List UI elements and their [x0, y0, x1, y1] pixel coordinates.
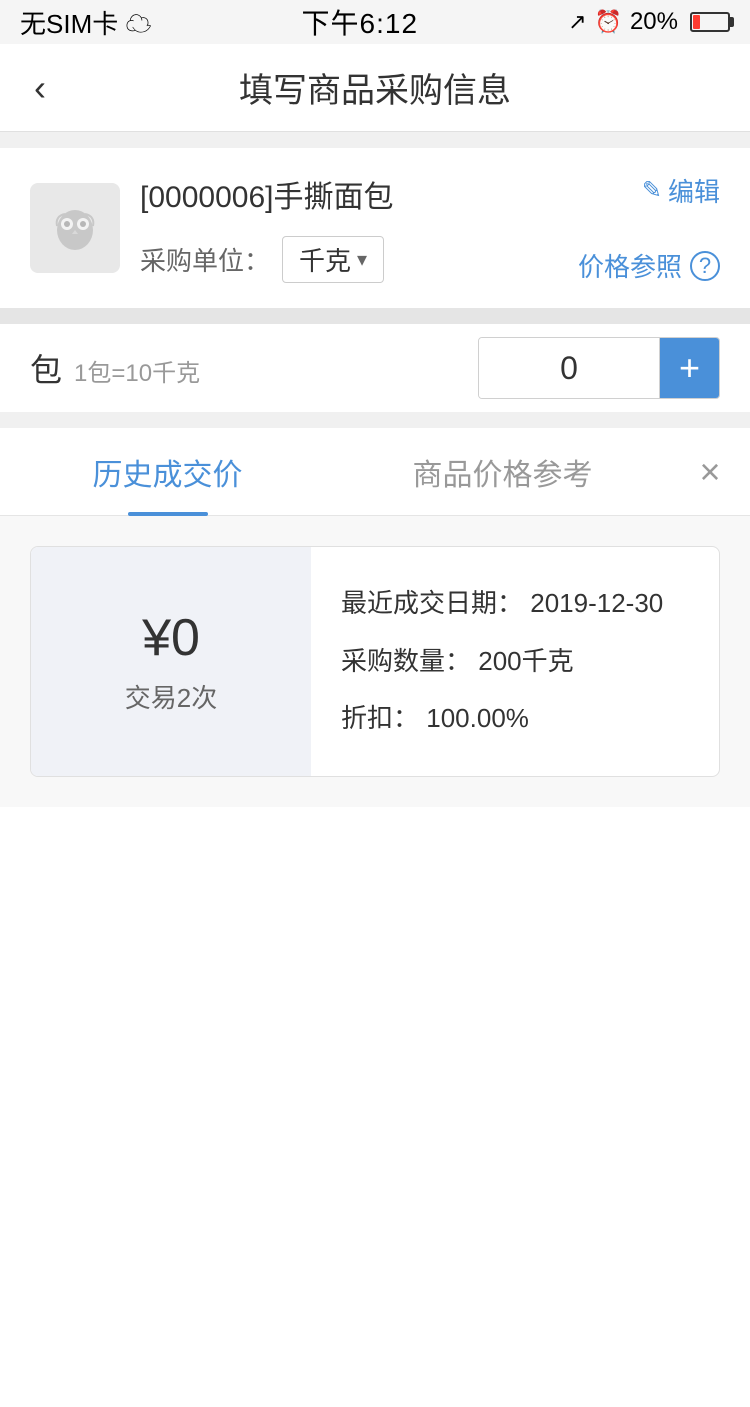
recent-date-row: 最近成交日期： 2019-12-30 [341, 583, 689, 625]
page-title: 填写商品采购信息 [239, 63, 511, 112]
product-header: [0000006]手撕面包 采购单位： 千克 ▾ ✎ 编辑 价格参照 ? [30, 172, 720, 284]
back-arrow-icon: ‹ [34, 67, 46, 109]
status-right: ↗ ⏰ 20% [568, 8, 730, 36]
unit-dropdown[interactable]: 千克 ▾ [282, 236, 384, 283]
tab-price-ref[interactable]: 商品价格参考 [335, 428, 670, 516]
discount-row: 折扣： 100.00% [341, 698, 689, 740]
history-price-section: ¥0 交易2次 [31, 547, 311, 776]
product-card: [0000006]手撕面包 采购单位： 千克 ▾ ✎ 编辑 价格参照 ? [0, 148, 750, 308]
status-bar: 无SIM卡 ☁ 下午6:12 ↗ ⏰ 20% [0, 0, 750, 44]
plus-icon: + [679, 347, 700, 389]
purchase-qty-label: 采购数量： [341, 646, 471, 676]
history-details-section: 最近成交日期： 2019-12-30 采购数量： 200千克 折扣： 100.0… [311, 547, 719, 776]
location-icon: ↗ [568, 9, 586, 35]
tab-active-indicator [128, 512, 208, 516]
tab-history-price[interactable]: 历史成交价 [0, 428, 335, 516]
product-left: [0000006]手撕面包 采购单位： 千克 ▾ [30, 172, 393, 283]
tabs-header: 历史成交价 商品价格参考 × [0, 428, 750, 516]
quantity-plus-button[interactable]: + [659, 338, 719, 398]
product-thumbnail [30, 183, 120, 273]
close-icon: × [699, 451, 720, 493]
tab-close-button[interactable]: × [670, 428, 750, 516]
battery-icon [690, 12, 730, 32]
discount-label: 折扣： [341, 703, 419, 733]
edit-label: 编辑 [668, 172, 720, 209]
discount-value: 100.00% [426, 703, 529, 733]
product-unit-row: 采购单位： 千克 ▾ [140, 236, 393, 283]
edit-button[interactable]: ✎ 编辑 [642, 172, 720, 209]
nav-bar: ‹ 填写商品采购信息 [0, 44, 750, 132]
unit-value: 千克 [299, 241, 351, 278]
unit-label-text: 采购单位： [140, 241, 270, 278]
purchase-qty-value: 200千克 [478, 646, 573, 676]
alarm-icon: ⏰ [595, 9, 622, 35]
sim-label: 无SIM卡 ☁ [20, 4, 151, 41]
status-left: 无SIM卡 ☁ [20, 4, 151, 41]
recent-date-value: 2019-12-30 [530, 588, 663, 618]
quantity-label: 包 1包=10千克 [30, 345, 200, 391]
empty-content-area [0, 807, 750, 1407]
quantity-conversion: 1包=10千克 [74, 353, 200, 388]
product-image [45, 198, 105, 258]
product-info: [0000006]手撕面包 采购单位： 千克 ▾ [140, 172, 393, 283]
quantity-control: 0 + [478, 337, 720, 399]
product-name: [0000006]手撕面包 [140, 172, 393, 216]
section-divider [0, 308, 750, 324]
price-ref-help-icon: ? [690, 251, 720, 281]
tabs-panel: 历史成交价 商品价格参考 × ¥0 交易2次 最近成交日期： 2019-12-3… [0, 428, 750, 807]
price-ref-label: 价格参照 [578, 247, 682, 284]
quantity-row: 包 1包=10千克 0 + [0, 324, 750, 412]
battery-percent: 20% [630, 8, 678, 36]
status-time: 下午6:12 [302, 2, 419, 42]
dropdown-arrow-icon: ▾ [357, 247, 367, 272]
quantity-unit: 包 [30, 345, 62, 391]
back-button[interactable]: ‹ [0, 44, 80, 132]
tab-history-label: 历史成交价 [93, 450, 243, 494]
price-ref-button[interactable]: 价格参照 ? [578, 247, 720, 284]
purchase-qty-row: 采购数量： 200千克 [341, 641, 689, 683]
history-card: ¥0 交易2次 最近成交日期： 2019-12-30 采购数量： 200千克 折… [30, 546, 720, 777]
history-content: ¥0 交易2次 最近成交日期： 2019-12-30 采购数量： 200千克 折… [0, 516, 750, 807]
history-count: 交易2次 [125, 678, 217, 715]
tab-price-ref-label: 商品价格参考 [413, 450, 593, 494]
recent-date-label: 最近成交日期： [341, 588, 523, 618]
edit-icon: ✎ [642, 176, 662, 205]
product-right-col: ✎ 编辑 价格参照 ? [578, 172, 720, 284]
quantity-input[interactable]: 0 [479, 338, 659, 398]
history-price-value: ¥0 [142, 608, 200, 668]
